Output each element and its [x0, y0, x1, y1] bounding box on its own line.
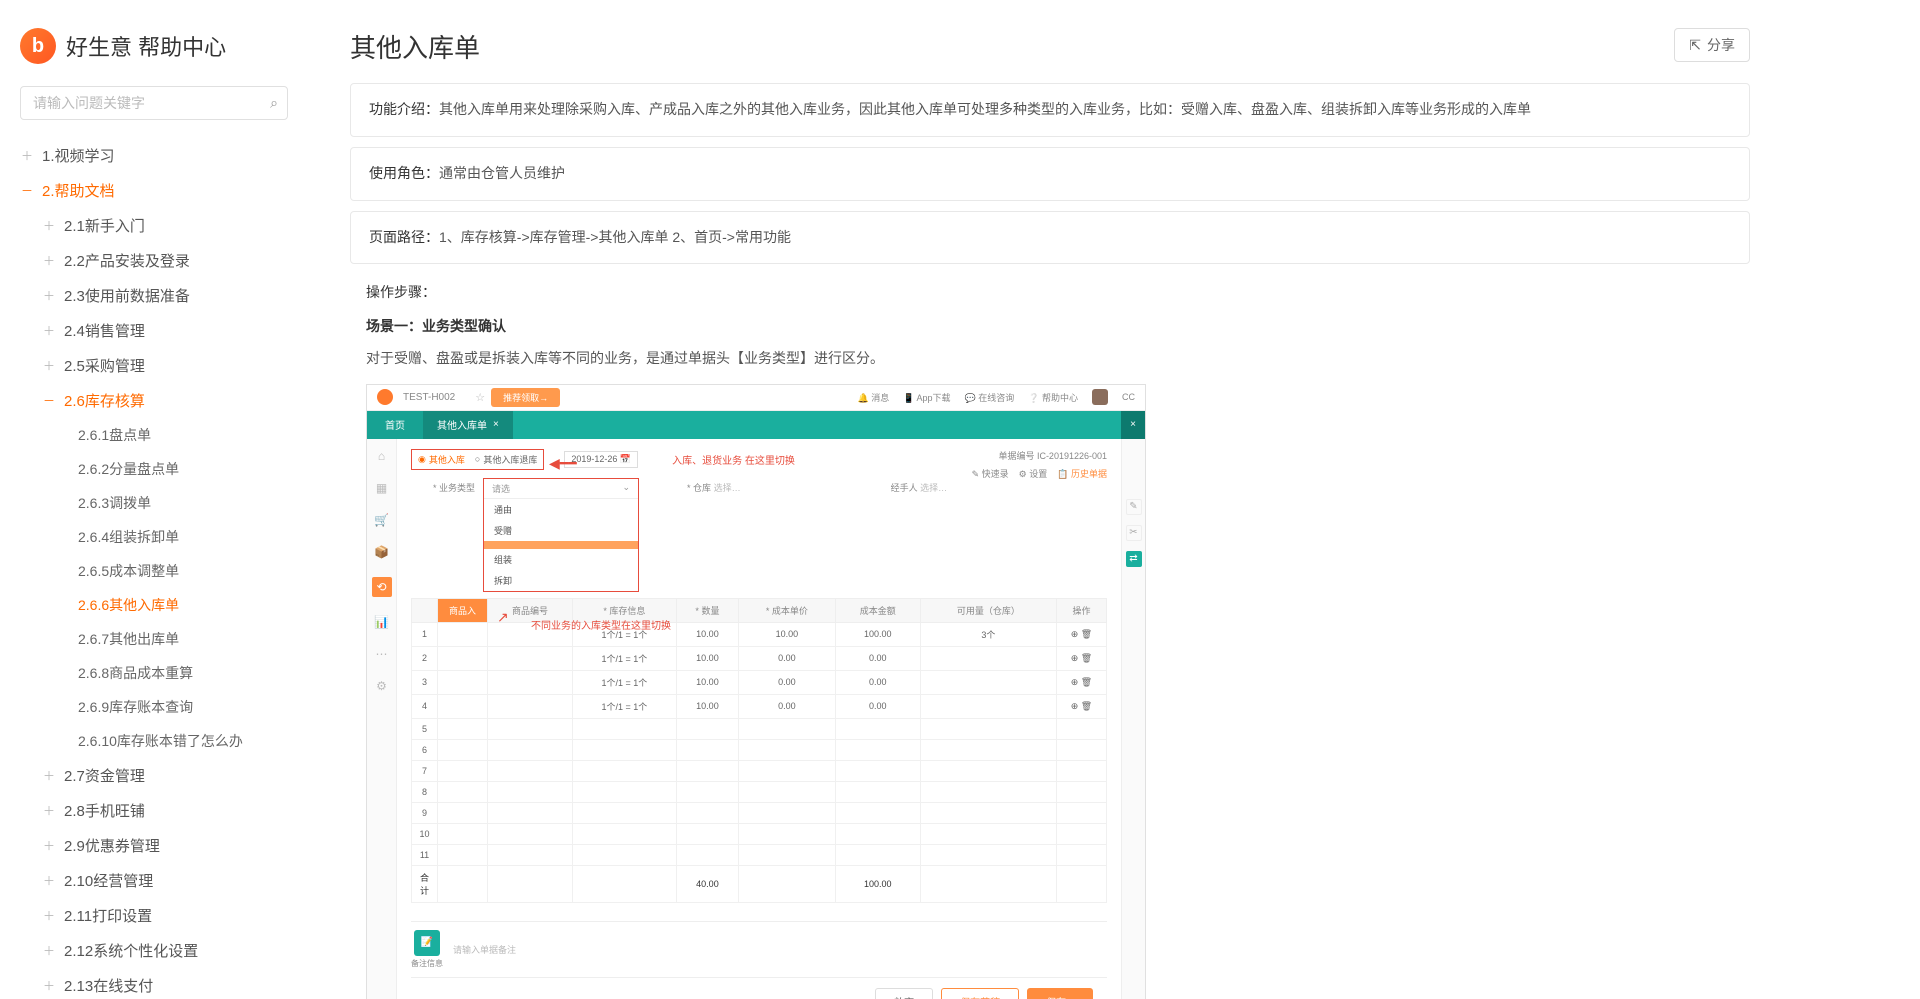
brand-title: 好生意 帮助中心	[66, 30, 226, 62]
nav-2-11[interactable]: ＋2.11打印设置	[20, 905, 288, 926]
nav-2-6[interactable]: －2.6库存核算	[20, 390, 288, 411]
share-icon: ⇱	[1689, 37, 1701, 54]
search-icon[interactable]: ⌕	[270, 95, 278, 112]
nav-2-6-10[interactable]: 2.6.10库存账本错了怎么办	[20, 731, 288, 751]
brand-row: b 好生意 帮助中心	[20, 28, 288, 64]
scene1-text: 对于受赠、盘盈或是拆装入库等不同的业务，是通过单据头【业务类型】进行区分。	[366, 346, 1750, 371]
screenshot-image: TEST-H002 ☆ 推荐领取→ 🔔 消息 📱 App下载 💬 在线咨询 ❔ …	[366, 384, 1146, 999]
nav-2-13[interactable]: ＋2.13在线支付	[20, 975, 288, 996]
search-input[interactable]	[20, 86, 288, 120]
minus-icon: －	[42, 394, 56, 408]
nav-2-8[interactable]: ＋2.8手机旺铺	[20, 800, 288, 821]
ss-close-icon: ×	[1121, 411, 1145, 439]
nav-2-6-6[interactable]: 2.6.6其他入库单	[20, 595, 288, 615]
path-card: 页面路径：1、库存核算->库存管理->其他入库单 2、首页->常用功能	[350, 211, 1750, 265]
nav-2-6-9[interactable]: 2.6.9库存账本查询	[20, 697, 288, 717]
nav-2-6-5[interactable]: 2.6.5成本调整单	[20, 561, 288, 581]
search-box: ⌕	[20, 86, 288, 120]
plus-icon: ＋	[42, 324, 56, 338]
steps-title: 操作步骤：	[366, 282, 1750, 302]
plus-icon: ＋	[42, 219, 56, 233]
nav-2-2[interactable]: ＋2.2产品安装及登录	[20, 250, 288, 271]
ss-logo-icon	[377, 389, 393, 405]
nav-2-6-3[interactable]: 2.6.3调拨单	[20, 493, 288, 513]
logo-icon: b	[20, 28, 56, 64]
ss-table: 商品入商品编号* 库存信息* 数量* 成本单价成本金额可用量（仓库）操作 11个…	[411, 598, 1107, 903]
ss-avatar-icon	[1092, 389, 1108, 405]
nav-2-6-1[interactable]: 2.6.1盘点单	[20, 425, 288, 445]
scene1-title: 场景一：业务类型确认	[366, 316, 1750, 336]
role-card: 使用角色：通常由仓管人员维护	[350, 147, 1750, 201]
intro-card: 功能介绍：其他入库单用来处理除采购入库、产成品入库之外的其他入库业务，因此其他入…	[350, 83, 1750, 137]
plus-icon: ＋	[42, 909, 56, 923]
plus-icon: ＋	[42, 254, 56, 268]
nav-tree: ＋1.视频学习 －2.帮助文档 ＋2.1新手入门 ＋2.2产品安装及登录 ＋2.…	[20, 138, 288, 999]
share-button[interactable]: ⇱分享	[1674, 28, 1750, 62]
plus-icon: ＋	[42, 979, 56, 993]
ss-left-nav: ⌂▦🛒📦⟲📊⋯⚙	[367, 439, 397, 999]
nav-video[interactable]: ＋1.视频学习	[20, 145, 288, 166]
nav-docs[interactable]: －2.帮助文档	[20, 180, 288, 201]
nav-2-12[interactable]: ＋2.12系统个性化设置	[20, 940, 288, 961]
plus-icon: ＋	[42, 944, 56, 958]
page-title: 其他入库单	[350, 28, 480, 65]
plus-icon: ＋	[20, 149, 34, 163]
nav-2-6-4[interactable]: 2.6.4组装拆卸单	[20, 527, 288, 547]
nav-2-4[interactable]: ＋2.4销售管理	[20, 320, 288, 341]
plus-icon: ＋	[42, 769, 56, 783]
nav-2-10[interactable]: ＋2.10经营管理	[20, 870, 288, 891]
nav-2-6-7[interactable]: 2.6.7其他出库单	[20, 629, 288, 649]
nav-2-6-2[interactable]: 2.6.2分量盘点单	[20, 459, 288, 479]
plus-icon: ＋	[42, 289, 56, 303]
nav-2-5[interactable]: ＋2.5采购管理	[20, 355, 288, 376]
sidebar: b 好生意 帮助中心 ⌕ ＋1.视频学习 －2.帮助文档 ＋2.1新手入门 ＋2…	[0, 0, 308, 999]
plus-icon: ＋	[42, 874, 56, 888]
nav-2-1[interactable]: ＋2.1新手入门	[20, 215, 288, 236]
plus-icon: ＋	[42, 804, 56, 818]
plus-icon: ＋	[42, 359, 56, 373]
minus-icon: －	[20, 184, 34, 198]
plus-icon: ＋	[42, 839, 56, 853]
nav-2-9[interactable]: ＋2.9优惠券管理	[20, 835, 288, 856]
main-content: 其他入库单 ⇱分享 功能介绍：其他入库单用来处理除采购入库、产成品入库之外的其他…	[308, 0, 1920, 999]
nav-2-3[interactable]: ＋2.3使用前数据准备	[20, 285, 288, 306]
nav-2-7[interactable]: ＋2.7资金管理	[20, 765, 288, 786]
nav-2-6-8[interactable]: 2.6.8商品成本重算	[20, 663, 288, 683]
